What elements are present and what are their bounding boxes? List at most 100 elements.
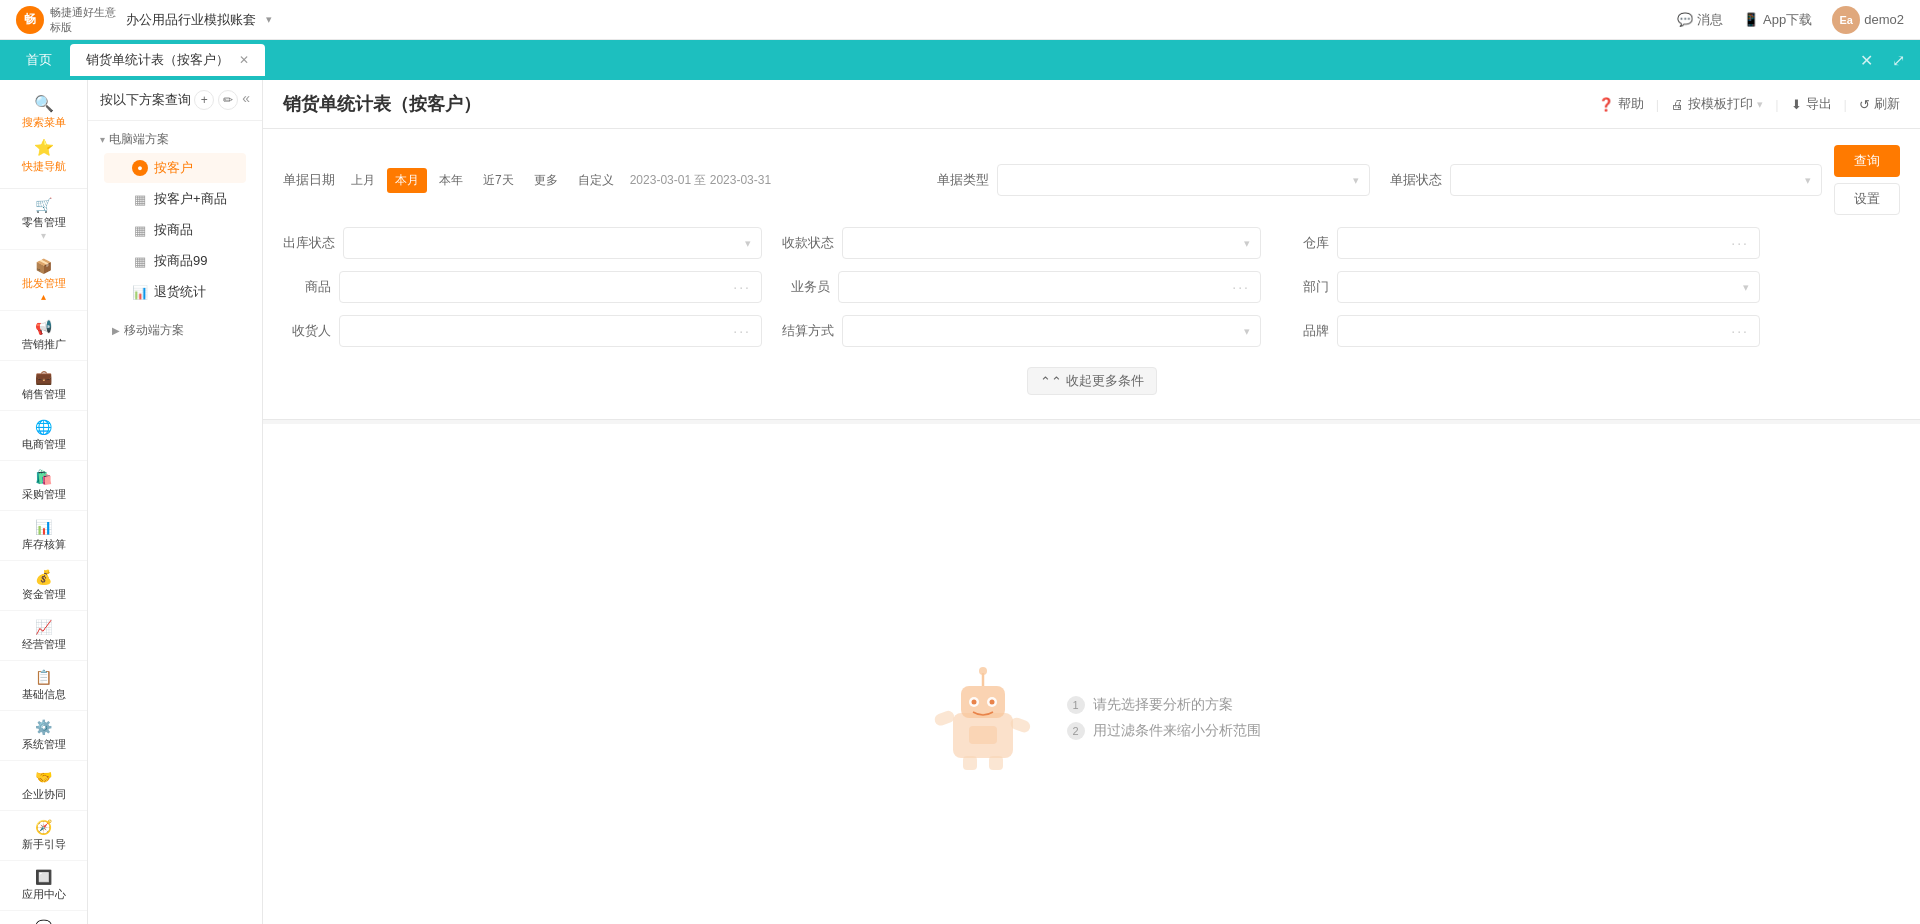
refresh-action[interactable]: ↺ 刷新 xyxy=(1859,95,1900,113)
department-select[interactable]: ▾ xyxy=(1337,271,1760,303)
tab-home[interactable]: 首页 xyxy=(10,44,68,76)
scheme-pc-category-header[interactable]: ▾ 电脑端方案 xyxy=(100,127,250,152)
goods-input[interactable]: ··· xyxy=(339,271,762,303)
scheme-item-customer-goods[interactable]: ▦ 按客户+商品 xyxy=(104,184,246,214)
mobile-category-arrow-icon: ▶ xyxy=(112,325,120,336)
filter-area: 单据日期 上月 本月 本年 近7天 更多 自定义 xyxy=(263,129,1920,420)
sidebar-item-wholesale[interactable]: 📦 批发管理 ▴ xyxy=(0,250,87,311)
receive-status-label: 收款状态 xyxy=(782,234,842,252)
scheme-item-by-customer[interactable]: ● 按客户 xyxy=(104,153,246,183)
tab-close-window-btn[interactable]: ✕ xyxy=(1854,48,1878,72)
sidebar-item-wechat[interactable]: 💬 企业微信 xyxy=(0,911,87,924)
sidebar-item-sales[interactable]: 💼 销售管理 xyxy=(0,361,87,411)
content-area: 按以下方案查询 + ✏ « ▾ 电脑端方案 ● 按客户 xyxy=(88,80,1920,924)
help-label: 帮助 xyxy=(1618,95,1644,113)
scheme-item-goods99[interactable]: ▦ 按商品99 xyxy=(104,246,246,276)
order-status-select[interactable]: ▾ xyxy=(1450,164,1822,196)
filter-item-goods: 商品 ··· xyxy=(283,271,762,303)
sidebar-item-operations[interactable]: 📈 经营管理 xyxy=(0,611,87,661)
date-btn-custom[interactable]: 自定义 xyxy=(570,168,622,193)
goods-dots-icon: ··· xyxy=(733,279,751,295)
refresh-icon: ↺ xyxy=(1859,97,1870,112)
filter-row-4: 收货人 ··· 结算方式 xyxy=(283,315,1900,347)
sidebar-item-apps[interactable]: 🔲 应用中心 xyxy=(0,861,87,911)
pc-category-label: 电脑端方案 xyxy=(109,131,169,148)
out-status-select[interactable]: ▾ xyxy=(343,227,762,259)
order-status-arrow-icon: ▾ xyxy=(1805,174,1811,187)
salesman-input[interactable]: ··· xyxy=(838,271,1261,303)
print-action[interactable]: 🖨 按模板打印 ▾ xyxy=(1671,95,1763,113)
order-type-select[interactable]: ▾ xyxy=(997,164,1369,196)
empty-num-1: 1 xyxy=(1067,696,1085,714)
sidebar-item-system[interactable]: ⚙️ 系统管理 xyxy=(0,711,87,761)
date-btn-this-year[interactable]: 本年 xyxy=(431,168,471,193)
settings-btn[interactable]: 设置 xyxy=(1834,183,1900,215)
goods-control: ··· xyxy=(339,271,762,303)
mobile-category-label: 移动端方案 xyxy=(124,322,184,339)
svg-point-7 xyxy=(979,667,987,675)
scheme-item-returns[interactable]: 📊 退货统计 xyxy=(104,277,246,307)
settlement-control: ▾ xyxy=(842,315,1261,347)
scheme-item-goods[interactable]: ▦ 按商品 xyxy=(104,215,246,245)
svg-point-4 xyxy=(971,699,976,704)
help-icon: ❓ xyxy=(1598,97,1614,112)
settlement-select[interactable]: ▾ xyxy=(842,315,1261,347)
print-expand-icon: ▾ xyxy=(1757,98,1763,111)
sidebar-item-ecommerce[interactable]: 🌐 电商管理 xyxy=(0,411,87,461)
collapse-btn[interactable]: ⌃⌃ 收起更多条件 xyxy=(1027,367,1157,395)
collapse-label: 收起更多条件 xyxy=(1066,372,1144,390)
sidebar-shortcut-label: 快捷导航 xyxy=(8,159,79,174)
date-quick-btns: 上月 本月 本年 近7天 更多 自定义 xyxy=(343,168,622,193)
industry-title: 办公用品行业模拟账套 xyxy=(126,11,256,29)
scheme-item-bar-icon: 📊 xyxy=(132,284,148,300)
scheme-add-btn[interactable]: + xyxy=(194,90,214,110)
tab-actions: ✕ ⤢ xyxy=(1854,48,1910,72)
sidebar-item-search[interactable]: 🔍 搜索菜单 xyxy=(8,90,79,134)
brand-input[interactable]: ··· xyxy=(1337,315,1760,347)
date-btn-last7[interactable]: 近7天 xyxy=(475,168,522,193)
empty-illustration xyxy=(923,658,1043,778)
message-action[interactable]: 💬 消息 xyxy=(1677,11,1723,29)
action-buttons: 查询 设置 xyxy=(1834,145,1900,215)
sidebar-item-purchase[interactable]: 🛍️ 采购管理 xyxy=(0,461,87,511)
tab-restore-btn[interactable]: ⤢ xyxy=(1886,48,1910,72)
scheme-item-grid-icon3: ▦ xyxy=(132,253,148,269)
scheme-collapse-btn[interactable]: « xyxy=(242,90,250,110)
app-download-action[interactable]: 📱 App下载 xyxy=(1743,11,1812,29)
scheme-mobile-header[interactable]: ▶ 移动端方案 xyxy=(112,318,250,343)
sidebar-item-basic[interactable]: 📋 基础信息 xyxy=(0,661,87,711)
sidebar-item-collab[interactable]: 🤝 企业协同 xyxy=(0,761,87,811)
sidebar-item-inventory[interactable]: 📊 库存核算 xyxy=(0,511,87,561)
logo-area: 畅 畅捷通好生意标版 xyxy=(16,5,116,34)
sidebar-item-retail[interactable]: 🛒 零售管理 ▾ xyxy=(0,189,87,250)
empty-hint-text-1: 请先选择要分析的方案 xyxy=(1093,696,1233,714)
sidebar-item-finance[interactable]: 💰 资金管理 xyxy=(0,561,87,611)
tab-close-icon[interactable]: ✕ xyxy=(239,53,249,67)
query-btn[interactable]: 查询 xyxy=(1834,145,1900,177)
warehouse-input[interactable]: ··· xyxy=(1337,227,1760,259)
user-area[interactable]: Ea demo2 xyxy=(1832,6,1904,34)
export-action[interactable]: ⬇ 导出 xyxy=(1791,95,1832,113)
sidebar-item-guide[interactable]: 🧭 新手引导 xyxy=(0,811,87,861)
page-header: 销货单统计表（按客户） ❓ 帮助 | 🖨 按模板打印 ▾ | ⬇ xyxy=(263,80,1920,129)
svg-rect-12 xyxy=(969,726,997,744)
app-download-icon: 📱 xyxy=(1743,12,1759,27)
order-status-control: ▾ xyxy=(1450,164,1822,196)
date-btn-last-month[interactable]: 上月 xyxy=(343,168,383,193)
date-btn-this-month[interactable]: 本月 xyxy=(387,168,427,193)
collapse-up-icon: ⌃⌃ xyxy=(1040,374,1062,389)
receive-status-control: ▾ xyxy=(842,227,1261,259)
receive-status-select[interactable]: ▾ xyxy=(842,227,1261,259)
warehouse-label: 仓库 xyxy=(1281,234,1337,252)
industry-dropdown-icon[interactable]: ▾ xyxy=(266,13,272,26)
tab-active[interactable]: 销货单统计表（按客户） ✕ xyxy=(70,44,265,76)
filter-item-order-type: 单据类型 ▾ xyxy=(937,164,1369,196)
scheme-pc-category: ▾ 电脑端方案 ● 按客户 ▦ 按客户+商品 ▦ 按商品 xyxy=(88,121,262,314)
scheme-edit-btn[interactable]: ✏ xyxy=(218,90,238,110)
receiver-input[interactable]: ··· xyxy=(339,315,762,347)
filter-row-3: 商品 ··· 业务员 xyxy=(283,271,1900,303)
help-action[interactable]: ❓ 帮助 xyxy=(1598,95,1644,113)
sidebar-item-marketing[interactable]: 📢 营销推广 xyxy=(0,311,87,361)
date-btn-more[interactable]: 更多 xyxy=(526,168,566,193)
sidebar-item-shortcut[interactable]: ⭐ 快捷导航 xyxy=(8,134,79,178)
